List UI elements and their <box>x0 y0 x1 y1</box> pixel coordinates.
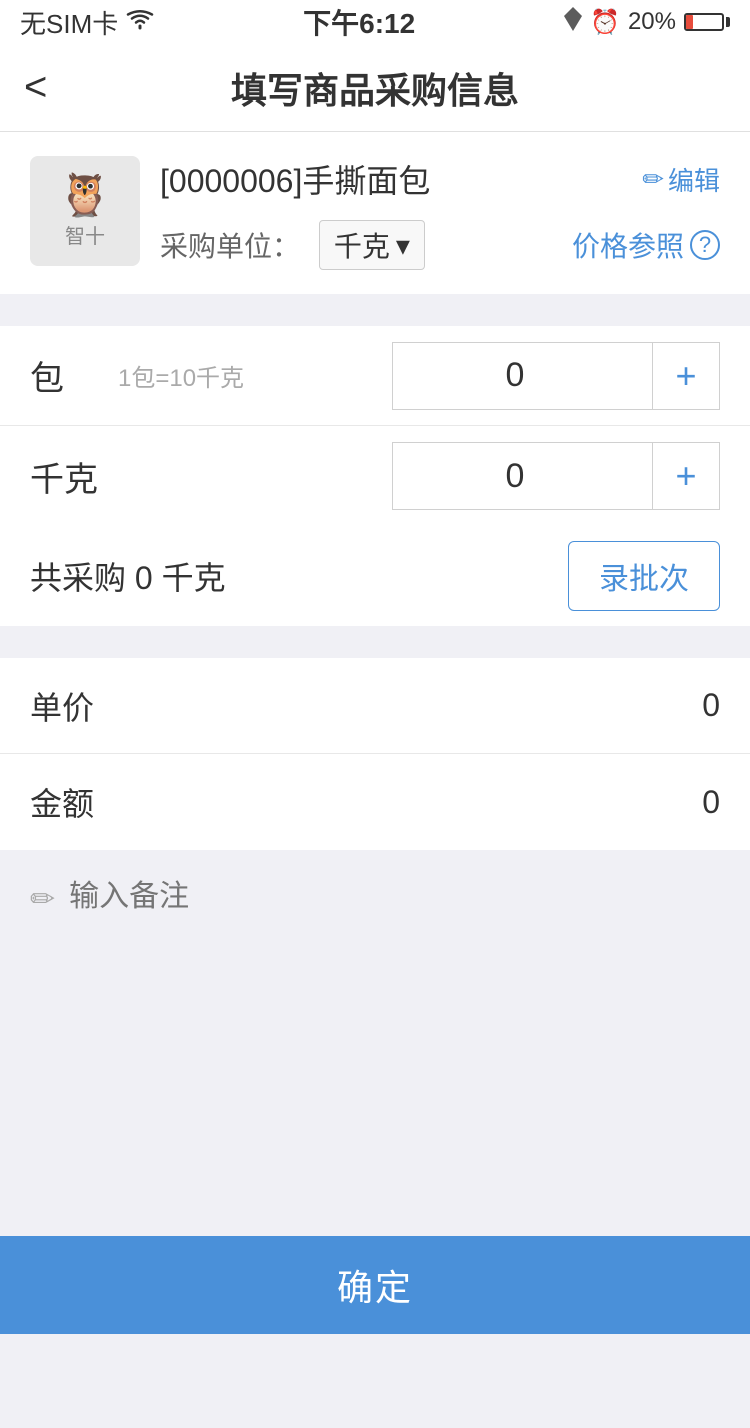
unit-price-label: 单价 <box>30 683 94 729</box>
bag-quantity-input[interactable] <box>392 342 652 410</box>
unit-label: 采购单位： <box>160 231 300 262</box>
edit-label: 编辑 <box>668 161 720 198</box>
amount-value: 0 <box>702 784 720 821</box>
product-name-row: [0000006]手撕面包 ✏ 编辑 <box>160 156 720 202</box>
battery-percent: 20% <box>628 8 676 36</box>
unit-price-row: 单价 0 <box>0 658 750 754</box>
quantity-section: 包 1包=10千克 + 千克 + <box>0 326 750 526</box>
status-left: 无SIM卡 <box>20 4 154 41</box>
unit-selector: 采购单位： 千克 ▾ <box>160 220 425 270</box>
kg-quantity-input[interactable] <box>392 442 652 510</box>
kg-input-controls: + <box>392 442 720 510</box>
product-info: [0000006]手撕面包 ✏ 编辑 采购单位： 千克 ▾ 价格参照 ? <box>160 156 720 270</box>
section-divider-2 <box>0 626 750 642</box>
dropdown-arrow-icon: ▾ <box>396 229 410 262</box>
product-unit-row: 采购单位： 千克 ▾ 价格参照 ? <box>160 220 720 270</box>
alarm-icon: ⏰ <box>590 8 620 37</box>
wifi-icon <box>126 7 154 38</box>
bag-input-row: 包 1包=10千克 + <box>0 326 750 426</box>
status-bar: 无SIM卡 下午6:12 ⏰ 20% <box>0 0 750 44</box>
status-time: 下午6:12 <box>303 2 415 42</box>
bag-input-controls: + <box>392 342 720 410</box>
thumbnail-text: 智十 <box>65 220 105 249</box>
product-card: 🦉 智十 [0000006]手撕面包 ✏ 编辑 采购单位： 千克 ▾ <box>0 132 750 294</box>
battery-indicator <box>684 13 730 31</box>
summary-text: 共采购 0 千克 <box>30 553 226 599</box>
help-icon: ? <box>690 230 720 260</box>
product-name: [0000006]手撕面包 <box>160 156 430 202</box>
record-batch-button[interactable]: 录批次 <box>568 541 720 611</box>
location-icon <box>564 7 582 38</box>
price-reference-button[interactable]: 价格参照 ? <box>572 225 720 265</box>
section-divider-1 <box>0 310 750 326</box>
nav-bar: < 填写商品采购信息 <box>0 44 750 132</box>
carrier-text: 无SIM卡 <box>20 4 118 41</box>
kg-plus-button[interactable]: + <box>652 442 720 510</box>
confirm-button[interactable]: 确定 <box>0 1236 750 1334</box>
status-right: ⏰ 20% <box>564 7 730 38</box>
back-button[interactable]: < <box>24 65 47 110</box>
edit-icon: ✏ <box>642 164 664 195</box>
amount-row: 金额 0 <box>0 754 750 850</box>
unit-select-dropdown[interactable]: 千克 ▾ <box>319 220 425 270</box>
kg-label: 千克 <box>30 452 110 501</box>
price-section: 单价 0 金额 0 <box>0 658 750 850</box>
thumbnail-icon: 🦉 <box>59 174 111 216</box>
unit-price-value: 0 <box>702 687 720 724</box>
unit-value: 千克 <box>334 225 390 265</box>
bag-label: 包 <box>30 351 110 400</box>
notes-input[interactable] <box>69 880 720 914</box>
product-thumbnail: 🦉 智十 <box>30 156 140 266</box>
edit-button[interactable]: ✏ 编辑 <box>642 161 720 198</box>
bag-sublabel: 1包=10千克 <box>118 358 244 393</box>
bag-plus-button[interactable]: + <box>652 342 720 410</box>
amount-label: 金额 <box>30 779 94 825</box>
notes-section[interactable]: ✏ <box>0 850 750 970</box>
summary-row: 共采购 0 千克 录批次 <box>0 526 750 626</box>
kg-input-row: 千克 + <box>0 426 750 526</box>
pencil-icon: ✏ <box>30 882 55 917</box>
price-ref-label: 价格参照 <box>572 225 684 265</box>
page-title: 填写商品采购信息 <box>231 62 519 114</box>
